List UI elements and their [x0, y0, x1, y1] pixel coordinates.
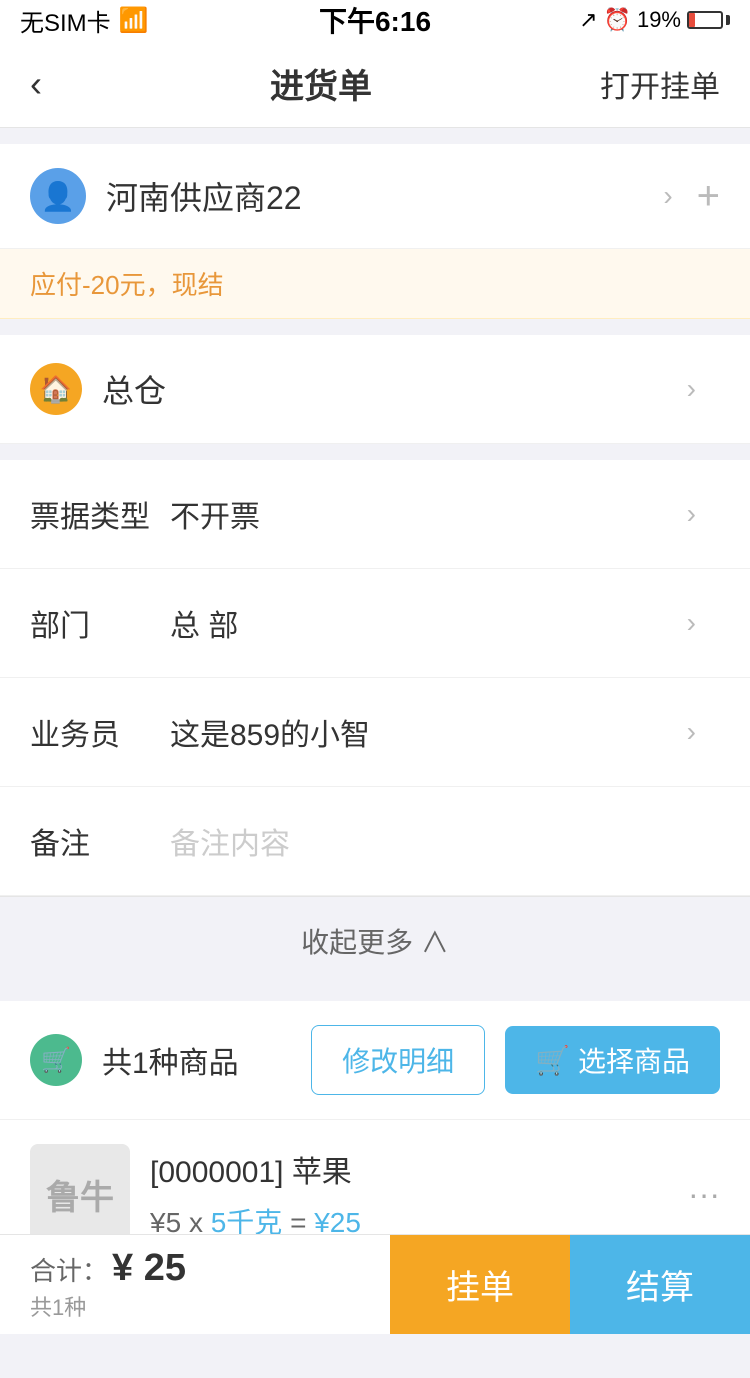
ticket-type-row[interactable]: 票据类型 不开票 ›: [0, 460, 750, 569]
department-chevron-icon: ›: [687, 607, 696, 639]
warehouse-row[interactable]: 🏠 总仓 ›: [0, 335, 750, 444]
total-amount: ¥ 25: [112, 1247, 186, 1290]
status-right: ↗ ⏰ 19%: [579, 7, 730, 33]
salesperson-label: 业务员: [30, 710, 170, 754]
back-button[interactable]: ‹: [30, 63, 42, 105]
supplier-section: 👤 河南供应商22 › + 应付-20元，现结: [0, 144, 750, 319]
remark-input[interactable]: 备注内容: [170, 819, 720, 863]
product-name: [0000001] 苹果: [150, 1147, 668, 1191]
battery-fill: [689, 13, 695, 27]
supplier-avatar: 👤: [30, 168, 86, 224]
product-header: 🛒 共1种商品 修改明细 🛒 选择商品: [0, 1001, 750, 1119]
warehouse-chevron-icon: ›: [687, 373, 696, 405]
section-gap-3: [0, 444, 750, 460]
supplier-row[interactable]: 👤 河南供应商22 › +: [0, 144, 750, 249]
product-count-icon: 🛒: [30, 1034, 82, 1086]
select-product-label: 选择商品: [578, 1040, 690, 1080]
remark-label: 备注: [30, 819, 170, 863]
warehouse-name: 总仓: [102, 366, 687, 412]
product-section: 🛒 共1种商品 修改明细 🛒 选择商品 鲁牛 [0000001] 苹果 ¥5 x…: [0, 1001, 750, 1268]
salesperson-row[interactable]: 业务员 这是859的小智 ›: [0, 678, 750, 787]
supplier-name: 河南供应商22: [106, 173, 663, 219]
product-count-text: 共1种商品: [102, 1038, 291, 1082]
product-thumb-logo: 鲁牛: [46, 1170, 114, 1219]
supplier-notice: 应付-20元，现结: [0, 249, 750, 319]
ticket-type-chevron-icon: ›: [687, 498, 696, 530]
carrier-text: 无SIM卡: [20, 3, 111, 38]
location-icon: ↗: [579, 7, 597, 33]
ticket-type-value: 不开票: [170, 492, 687, 536]
product-thumbnail: 鲁牛: [30, 1144, 130, 1244]
battery-tip: [726, 15, 730, 25]
product-more-button[interactable]: ···: [688, 1176, 720, 1213]
product-code: [0000001]: [150, 1156, 283, 1189]
select-product-button[interactable]: 🛒 选择商品: [505, 1026, 720, 1094]
collapse-button[interactable]: 收起更多 ∧: [0, 896, 750, 985]
department-label: 部门: [30, 601, 170, 645]
hang-button[interactable]: 挂单: [390, 1235, 570, 1334]
form-section: 票据类型 不开票 › 部门 总 部 › 业务员 这是859的小智 › 备注 备注…: [0, 460, 750, 985]
edit-detail-button[interactable]: 修改明细: [311, 1025, 485, 1095]
nav-bar: ‹ 进货单 打开挂单: [0, 40, 750, 128]
select-product-cart-icon: 🛒: [535, 1044, 570, 1077]
page-title: 进货单: [270, 59, 372, 108]
section-gap-2: [0, 319, 750, 335]
salesperson-chevron-icon: ›: [687, 716, 696, 748]
total-count: 共1种: [30, 1290, 360, 1322]
product-title: 苹果: [292, 1156, 352, 1189]
cart-icon: 🛒: [41, 1046, 71, 1075]
checkout-button[interactable]: 结算: [570, 1235, 750, 1334]
warehouse-section: 🏠 总仓 ›: [0, 335, 750, 444]
wifi-icon: 📶: [119, 6, 149, 35]
battery-body: [687, 11, 723, 29]
warehouse-icon: 🏠: [30, 363, 82, 415]
supplier-chevron-icon: ›: [663, 180, 672, 212]
section-gap-4: [0, 985, 750, 1001]
alarm-icon: ⏰: [604, 7, 631, 33]
total-label: 合计：: [30, 1251, 108, 1288]
status-bar: 无SIM卡 📶 下午6:16 ↗ ⏰ 19%: [0, 0, 750, 40]
battery-percent: 19%: [637, 7, 681, 33]
department-value: 总 部: [170, 601, 687, 645]
open-hang-button[interactable]: 打开挂单: [600, 62, 720, 106]
avatar-icon: 👤: [41, 180, 76, 213]
remark-row[interactable]: 备注 备注内容: [0, 787, 750, 896]
ticket-type-label: 票据类型: [30, 492, 170, 536]
product-info: [0000001] 苹果 ¥5 x 5千克 = ¥25: [150, 1147, 668, 1241]
department-row[interactable]: 部门 总 部 ›: [0, 569, 750, 678]
salesperson-value: 这是859的小智: [170, 710, 687, 754]
add-supplier-button[interactable]: +: [697, 174, 720, 219]
battery-indicator: [687, 11, 730, 29]
bottom-bar: 合计： ¥ 25 共1种 挂单 结算: [0, 1234, 750, 1334]
total-section: 合计： ¥ 25 共1种: [0, 1235, 390, 1334]
status-left: 无SIM卡 📶: [20, 3, 149, 38]
section-gap-1: [0, 128, 750, 144]
status-time: 下午6:16: [319, 0, 431, 40]
